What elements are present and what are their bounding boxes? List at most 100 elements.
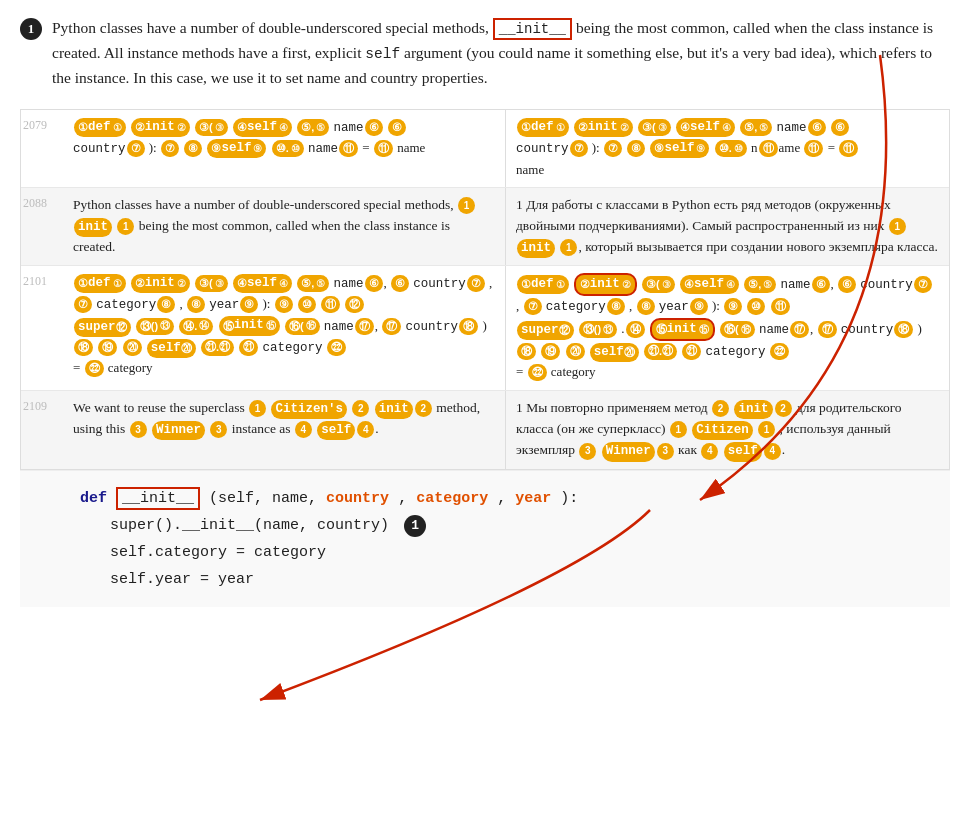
r-tok-19: ⑲: [541, 343, 560, 360]
l-tok-20: ⑳: [123, 339, 142, 356]
tok-self-2109: self: [317, 421, 355, 440]
tok-init-r-2088: init: [517, 239, 555, 258]
rtok-8: ⑧: [627, 140, 645, 157]
tok-init-2088: init: [74, 218, 112, 237]
rtok-4: ④self④: [676, 118, 735, 137]
r-tok-self20: self⑳: [590, 343, 639, 362]
l-tok-1: ①def①: [74, 274, 126, 293]
badge-2109-4: 4: [295, 421, 312, 438]
r-tok-10: ⑩: [747, 298, 765, 315]
l-tok-12: ⑫: [345, 296, 364, 313]
badge-1-r: 1: [560, 239, 577, 256]
rtok-10: ⑩.⑩: [715, 140, 747, 157]
r-tok-20: ⑳: [566, 343, 585, 360]
kw-def: def: [80, 490, 107, 507]
table-row: 2109 We want to reuse the superclass 1 C…: [21, 391, 949, 469]
r-badge-2109-2b: 2: [775, 400, 792, 417]
rtok-2: ②init②: [574, 118, 633, 137]
row-content-2109: We want to reuse the superclass 1 Citize…: [63, 391, 949, 469]
r-tok-self-2109: self: [724, 442, 762, 461]
tok-10: ⑩.⑩: [272, 140, 304, 157]
code-line-2: super().__init__(name, country) 1: [80, 512, 930, 539]
badge-citizen: 1: [249, 400, 266, 417]
col-right-2109: 1 Мы повторно применяем метод 2 init2 дл…: [506, 391, 949, 469]
r-tok-super: super⑫: [517, 321, 574, 340]
l-tok-8b: ⑧: [187, 296, 205, 313]
l-tok-9b: ⑨: [275, 296, 293, 313]
row-id-2109: 2109: [21, 391, 63, 469]
r-tok-22: ㉒: [770, 343, 789, 360]
r-badge-3b: 3: [657, 443, 674, 460]
code-badge-1: 1: [404, 515, 426, 537]
l-tok-5: ⑤,⑤: [297, 275, 329, 292]
r-badge-self: 4: [701, 443, 718, 460]
badge-2109-2b: 2: [415, 400, 432, 417]
rtok-11: ⑪: [759, 140, 778, 157]
l-tok-super: super⑫: [74, 318, 131, 337]
col-left-2101: ①def① ②init② ③(③ ④self④ ⑤,⑤ name⑥, ⑥ cou…: [63, 266, 506, 390]
col-left-2079: ①def① ②init② ③(③ ④self④ ⑤,⑤ name⑥ ⑥ coun…: [63, 110, 506, 187]
r-badge-4b: 4: [764, 443, 781, 460]
badge-2109-4b: 4: [357, 421, 374, 438]
l-tok-18: ⑱: [459, 318, 478, 335]
tok-citizen: Citizen's: [271, 400, 347, 419]
l-tok-17b: ⑰: [382, 318, 401, 335]
self-inline: self: [365, 46, 400, 62]
r-tok-7b: ⑦: [524, 298, 542, 315]
col-left-2088: Python classes have a number of double-u…: [63, 188, 506, 265]
col-right-2101: ①def① ②init② ③(③ ④self④ ⑤,⑤ name⑥, ⑥ cou…: [506, 266, 949, 390]
r-badge-winner: 3: [579, 443, 596, 460]
row-content-2079: ①def① ②init② ③(③ ④self④ ⑤,⑤ name⑥ ⑥ coun…: [63, 110, 949, 187]
r-tok-winner: Winner: [602, 442, 655, 461]
r-tok-7: ⑦: [914, 276, 932, 293]
tok-5: ⑤,⑤: [297, 119, 329, 136]
r-tok-8b: ⑧: [637, 298, 655, 315]
r-tok-3: ③(③: [642, 276, 675, 293]
l-tok-13: ⑬()⑬: [136, 318, 174, 335]
badge-1b: 1: [117, 218, 134, 235]
l-tok-3: ③(③: [195, 275, 228, 292]
rtok-9: ⑨self⑨: [650, 139, 709, 158]
r-tok-16: ⑯(⑯: [720, 321, 755, 338]
badge-2109-3: 3: [130, 421, 147, 438]
badge-2109-2: 2: [352, 400, 369, 417]
r-badge-1: 1: [758, 421, 775, 438]
rtok-5: ⑤,⑤: [740, 119, 772, 136]
tok-7: ⑦: [127, 140, 145, 157]
r-tok-1: ①def①: [517, 275, 569, 294]
init-boxed-code: __init__: [116, 487, 200, 510]
badge-1: 1: [458, 197, 475, 214]
r-badge-2109-2: 2: [712, 400, 729, 417]
l-tok-10: ⑩: [298, 296, 316, 313]
l-tok-18b: ⑱: [74, 339, 93, 356]
init-boxed-top: __init__: [493, 18, 572, 40]
tok-4: ④self④: [233, 118, 292, 137]
r-tok-18: ⑱: [894, 321, 913, 338]
row-id-2079: 2079: [21, 110, 63, 187]
bullet-1: 1: [20, 18, 42, 40]
l-tok-7: ⑦: [467, 275, 485, 292]
l-tok-self20: self⑳: [147, 339, 196, 358]
tok-winner: Winner: [152, 421, 205, 440]
table-row: 2101 ①def① ②init② ③(③ ④self④ ⑤,⑤ name⑥, …: [21, 266, 949, 391]
l-tok-21b: ㉑: [239, 339, 258, 356]
l-tok-4: ④self④: [233, 274, 292, 293]
col-right-2079: ①def① ②init② ③(③ ④self④ ⑤,⑤ name⑥ ⑥ coun…: [506, 110, 949, 187]
tok-9: ⑨self⑨: [207, 139, 266, 158]
l-tok-6b: ⑥: [391, 275, 409, 292]
l-tok-14: ⑭.⑭: [179, 318, 213, 335]
col-right-2088: 1 Для работы с классами в Python есть ря…: [506, 188, 949, 265]
r-tok-init-2109: init: [734, 400, 772, 419]
r-tok-21b: ㉑: [682, 343, 701, 360]
r-tok-5: ⑤,⑤: [744, 276, 776, 293]
code-line-3: self.category = category: [80, 539, 930, 566]
tok-1: ①def①: [74, 118, 126, 137]
r-tok-6: ⑥: [812, 276, 830, 293]
table-row: 2079 ①def① ②init② ③(③ ④self④ ⑤,⑤ name⑥ ⑥…: [21, 110, 949, 188]
rtok-1: ①def①: [517, 118, 569, 137]
rtok-3: ③(③: [638, 119, 671, 136]
rtok-6: ⑥: [808, 119, 826, 136]
rtok-6b: ⑥: [831, 119, 849, 136]
r-tok-2: ②init②: [574, 273, 637, 296]
rtok-11c: ⑪: [839, 140, 858, 157]
